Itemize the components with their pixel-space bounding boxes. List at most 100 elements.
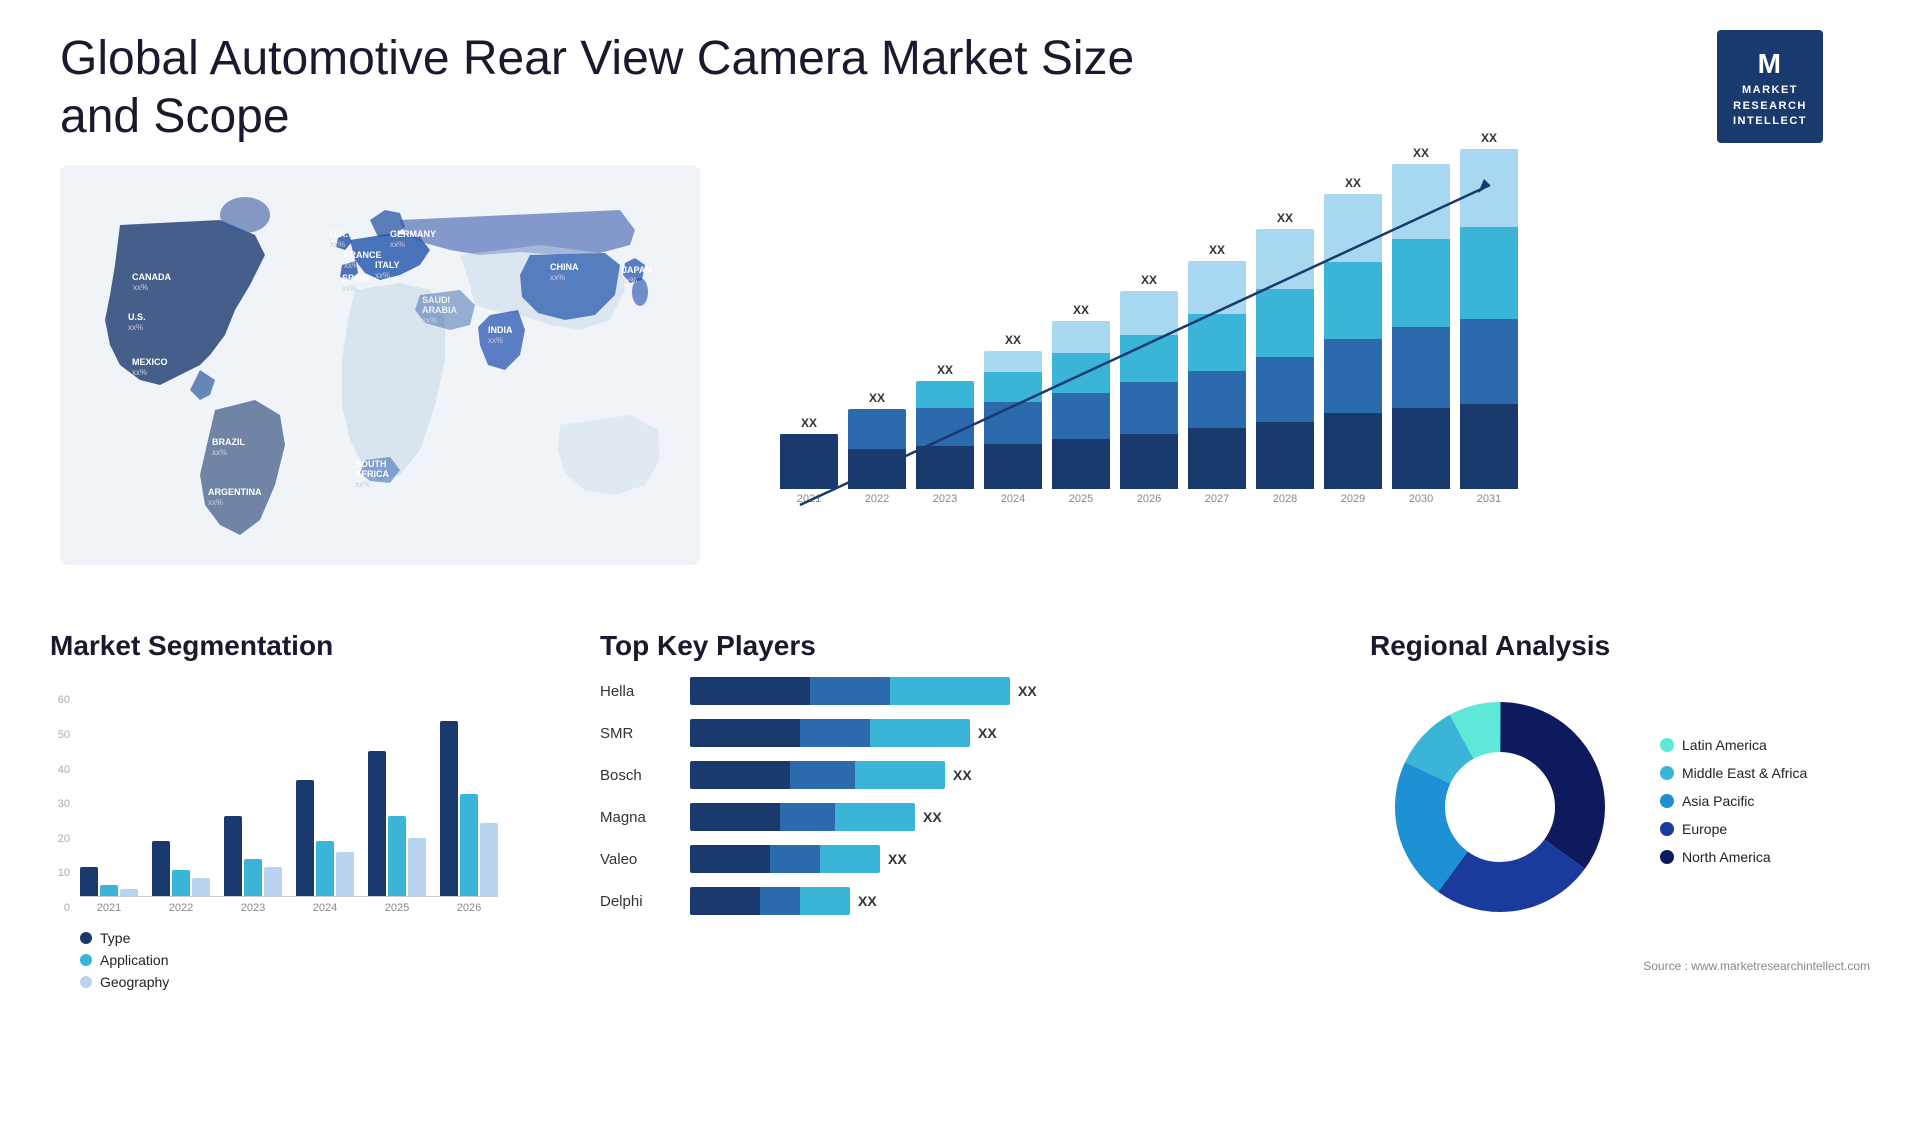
bar-seg [916, 408, 974, 446]
seg-x-2026: 2026 [440, 902, 498, 914]
bar-seg [1188, 371, 1246, 428]
players-list: Hella XX SMR [600, 677, 1320, 915]
bar-seg [1120, 335, 1178, 383]
bar-seg [1052, 439, 1110, 489]
svg-text:ITALY: ITALY [375, 260, 400, 270]
seg-bar-app-2022 [172, 870, 190, 896]
svg-text:ARGENTINA: ARGENTINA [208, 487, 262, 497]
svg-text:INDIA: INDIA [488, 325, 513, 335]
bar-year-2027: 2027 [1205, 493, 1229, 505]
player-bar-seg1-smr [690, 719, 800, 747]
bar-stack-2024 [984, 351, 1042, 489]
player-bar-seg1-delphi [690, 887, 760, 915]
player-bar-valeo: XX [690, 845, 1320, 873]
bar-value-2026: XX [1141, 273, 1157, 287]
seg-bar-geo-2025 [408, 838, 426, 896]
seg-bar-app-2025 [388, 816, 406, 896]
player-bar-seg2-delphi [760, 887, 800, 915]
bar-value-2027: XX [1209, 243, 1225, 257]
bar-year-2024: 2024 [1001, 493, 1025, 505]
page-title: Global Automotive Rear View Camera Marke… [60, 30, 1160, 145]
player-bar-seg2-hella [810, 677, 890, 705]
world-map-svg: CANADA xx% U.S. xx% MEXICO xx% BRAZIL xx… [60, 165, 700, 585]
player-row-delphi: Delphi XX [600, 887, 1320, 915]
legend-dot-geography [80, 976, 92, 988]
player-name-valeo: Valeo [600, 851, 680, 868]
bar-stack-2022 [848, 409, 906, 489]
logo-line2: RESEARCH [1733, 100, 1807, 112]
bar-value-2029: XX [1345, 176, 1361, 190]
player-bar-delphi: XX [690, 887, 1320, 915]
bar-value-2031: XX [1481, 131, 1497, 145]
svg-text:xx%: xx% [133, 283, 148, 292]
legend-label-geography: Geography [100, 974, 169, 990]
growth-chart: XX 2021 XX 2022 XX [760, 165, 1860, 585]
seg-x-2024: 2024 [296, 902, 354, 914]
svg-text:ARABIA: ARABIA [422, 305, 457, 315]
bar-seg [1392, 408, 1450, 489]
svg-text:BRAZIL: BRAZIL [212, 437, 245, 447]
bar-stack-2028 [1256, 229, 1314, 489]
bar-seg [1188, 314, 1246, 371]
bar-stack-2031 [1460, 149, 1518, 489]
logo: M MARKET RESEARCH INTELLECT [1680, 30, 1860, 143]
player-row-valeo: Valeo XX [600, 845, 1320, 873]
bar-seg [848, 449, 906, 489]
svg-text:xx%: xx% [344, 261, 359, 270]
player-bar-seg3-valeo [820, 845, 880, 873]
bar-seg [1460, 404, 1518, 489]
bar-year-2026: 2026 [1137, 493, 1161, 505]
bar-stack-2025 [1052, 321, 1110, 489]
seg-bars-container: 2021 2022 2023 2024 2025 2026 [80, 677, 498, 914]
bar-value-2023: XX [937, 363, 953, 377]
player-bar-seg1-bosch [690, 761, 790, 789]
seg-bar-type-2024 [296, 780, 314, 896]
seg-group-2023 [224, 816, 282, 896]
player-name-magna: Magna [600, 809, 680, 826]
segmentation-title: Market Segmentation [50, 630, 550, 662]
bar-seg [1256, 422, 1314, 490]
bar-seg [1460, 149, 1518, 227]
svg-text:xx%: xx% [550, 273, 565, 282]
legend-label-mea: Middle East & Africa [1682, 765, 1807, 781]
player-bar-bosch: XX [690, 761, 1320, 789]
bar-stack-2027 [1188, 261, 1246, 489]
svg-text:xx%: xx% [422, 316, 437, 325]
svg-text:U.S.: U.S. [128, 312, 146, 322]
bar-year-2030: 2030 [1409, 493, 1433, 505]
donut-container: Latin America Middle East & Africa Asia … [1370, 677, 1870, 937]
seg-y-axis: 0 10 20 30 40 50 60 [50, 694, 70, 914]
svg-text:SPAIN: SPAIN [342, 273, 369, 283]
player-bar-inner-bosch [690, 761, 945, 789]
bar-seg [1120, 434, 1178, 489]
player-bar-inner-magna [690, 803, 915, 831]
seg-x-2021: 2021 [80, 902, 138, 914]
bar-seg [1324, 413, 1382, 490]
bar-value-2022: XX [869, 391, 885, 405]
segmentation-section: Market Segmentation 0 10 20 30 40 50 60 [40, 620, 560, 1006]
top-row: CANADA xx% U.S. xx% MEXICO xx% BRAZIL xx… [0, 155, 1920, 600]
legend-type: Type [80, 930, 550, 946]
bar-seg [984, 372, 1042, 402]
seg-bar-type-2022 [152, 841, 170, 896]
player-bar-inner-valeo [690, 845, 880, 873]
bar-seg [1052, 321, 1110, 353]
bar-value-2028: XX [1277, 211, 1293, 225]
svg-text:AFRICA: AFRICA [355, 469, 389, 479]
bar-seg [984, 351, 1042, 372]
bar-seg [1120, 291, 1178, 335]
player-bar-seg1-hella [690, 677, 810, 705]
svg-text:SOUTH: SOUTH [355, 459, 387, 469]
legend-mea: Middle East & Africa [1660, 765, 1870, 781]
bar-seg [1324, 262, 1382, 339]
bar-year-2021: 2021 [797, 493, 821, 505]
svg-text:xx%: xx% [212, 448, 227, 457]
bar-stack-2030 [1392, 164, 1450, 489]
player-bar-magna: XX [690, 803, 1320, 831]
seg-bar-geo-2026 [480, 823, 498, 896]
header: Global Automotive Rear View Camera Marke… [0, 0, 1920, 155]
seg-bar-geo-2021 [120, 889, 138, 896]
legend-label-latam: Latin America [1682, 737, 1767, 753]
bar-seg [780, 434, 838, 489]
bar-2031: XX 2031 [1460, 131, 1518, 505]
